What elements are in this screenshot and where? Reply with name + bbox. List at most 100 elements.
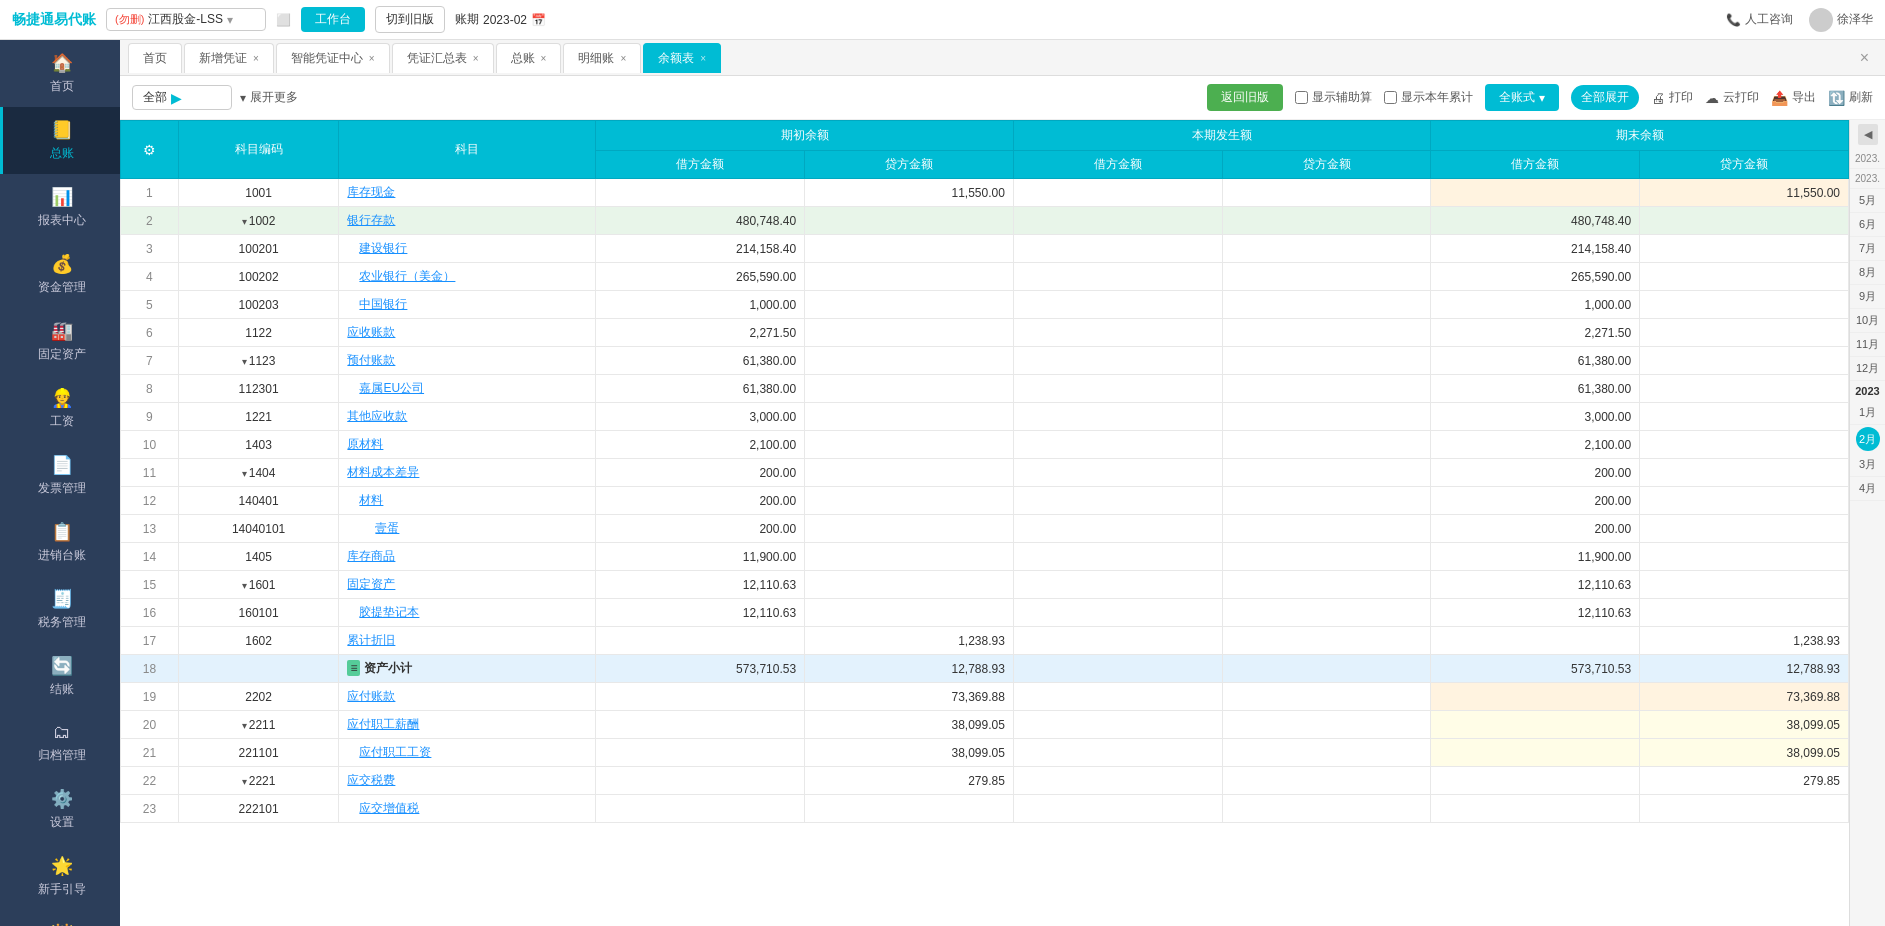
table-row[interactable]: 5 100203 中国银行 1,000.00 1,000.00 — [121, 291, 1849, 319]
year-cumulative-checkbox-input[interactable] — [1384, 91, 1397, 104]
account-name-link[interactable]: 材料 — [359, 493, 383, 507]
sidebar-item-asset[interactable]: 🏭 固定资产 — [0, 308, 120, 375]
table-row[interactable]: 10 1403 原材料 2,100.00 2,100.00 — [121, 431, 1849, 459]
support-item[interactable]: 📞 人工咨询 — [1726, 11, 1793, 28]
period-month-8[interactable]: 8月 — [1850, 261, 1885, 285]
period-month-2-active[interactable]: 2月 — [1856, 427, 1880, 451]
expand-arrow-icon[interactable]: ▾ — [242, 356, 247, 367]
period-month-5[interactable]: 5月 — [1850, 189, 1885, 213]
period-month-11[interactable]: 11月 — [1850, 333, 1885, 357]
table-row[interactable]: 20 ▾2211 应付职工薪酬 38,099.05 38,099.05 — [121, 711, 1849, 739]
period-month-3[interactable]: 3月 — [1850, 453, 1885, 477]
cloud-print-action[interactable]: ☁ 云打印 — [1705, 89, 1759, 106]
period-month-12[interactable]: 12月 — [1850, 357, 1885, 381]
account-name-link[interactable]: 中国银行 — [359, 297, 407, 311]
account-name-link[interactable]: 银行存款 — [347, 213, 395, 227]
print-action[interactable]: 🖨 打印 — [1651, 89, 1693, 106]
settings-header[interactable]: ⚙ — [121, 121, 179, 179]
sidebar-item-settings[interactable]: ⚙️ 设置 — [0, 776, 120, 843]
expand-arrow-icon[interactable]: ▾ — [242, 580, 247, 591]
period-month-9[interactable]: 9月 — [1850, 285, 1885, 309]
tab-smart-voucher[interactable]: 智能凭证中心 × — [276, 43, 390, 73]
table-container[interactable]: ⚙ 科目编码 科目 期初余额 本期发生额 期末余额 借方金额 贷方金额 — [120, 120, 1849, 926]
table-row[interactable]: 12 140401 材料 200.00 200.00 — [121, 487, 1849, 515]
period-month-4[interactable]: 4月 — [1850, 477, 1885, 501]
table-row[interactable]: 19 2202 应付账款 73,369.88 73,369.88 — [121, 683, 1849, 711]
account-name-link[interactable]: 应付职工工资 — [359, 745, 431, 759]
sidebar-item-invoice[interactable]: 📄 发票管理 — [0, 442, 120, 509]
tab-balance[interactable]: 余额表 × — [643, 43, 721, 73]
show-year-cumulative-checkbox[interactable]: 显示本年累计 — [1384, 89, 1473, 106]
account-name-link[interactable]: 胶提垫记本 — [359, 605, 419, 619]
account-name-link[interactable]: 原材料 — [347, 437, 383, 451]
table-row[interactable]: 21 221101 应付职工工资 38,099.05 38,099.05 — [121, 739, 1849, 767]
account-name-link[interactable]: 预付账款 — [347, 353, 395, 367]
table-row[interactable]: 23 222101 应交增值税 — [121, 795, 1849, 823]
tab-home[interactable]: 首页 — [128, 43, 182, 73]
tab-detail-ledger[interactable]: 明细账 × — [563, 43, 641, 73]
period-month-1[interactable]: 1月 — [1850, 401, 1885, 425]
table-row[interactable]: 16 160101 胶提垫记本 12,110.63 12,110.63 — [121, 599, 1849, 627]
account-name-link[interactable]: 固定资产 — [347, 577, 395, 591]
account-name-link[interactable]: 库存商品 — [347, 549, 395, 563]
table-row[interactable]: 2 ▾1002 银行存款 480,748.40 480,748.40 — [121, 207, 1849, 235]
expand-more-button[interactable]: ▾ 展开更多 — [240, 89, 298, 106]
dropdown-icon[interactable]: ▾ — [227, 13, 233, 27]
refresh-action[interactable]: 🔃 刷新 — [1828, 89, 1873, 106]
table-row[interactable]: 18 ≡资产小计 573,710.53 12,788.93 573,710.53… — [121, 655, 1849, 683]
expand-toggle[interactable]: 全部展开 — [1571, 85, 1639, 110]
tab-smart-voucher-close[interactable]: × — [369, 53, 375, 64]
filter-selector[interactable]: 全部 ▶ — [132, 85, 232, 110]
tab-general-ledger[interactable]: 总账 × — [496, 43, 562, 73]
expand-arrow-icon[interactable]: ▾ — [242, 776, 247, 787]
sidebar-item-report[interactable]: 📊 报表中心 — [0, 174, 120, 241]
auxiliary-checkbox-input[interactable] — [1295, 91, 1308, 104]
table-row[interactable]: 6 1122 应收账款 2,271.50 2,271.50 — [121, 319, 1849, 347]
sidebar-item-fund[interactable]: 💰 资金管理 — [0, 241, 120, 308]
table-row[interactable]: 15 ▾1601 固定资产 12,110.63 12,110.63 — [121, 571, 1849, 599]
expand-arrow-icon[interactable]: ▾ — [242, 720, 247, 731]
tab-detail-ledger-close[interactable]: × — [620, 53, 626, 64]
sidebar-item-member[interactable]: 👑 畅会员 — [0, 910, 120, 926]
account-name-link[interactable]: 壹蛋 — [375, 521, 399, 535]
full-style-button[interactable]: 全账式 ▾ — [1485, 84, 1559, 111]
sidebar-item-salary[interactable]: 👷 工资 — [0, 375, 120, 442]
account-name-link[interactable]: 应交增值税 — [359, 801, 419, 815]
tab-new-voucher-close[interactable]: × — [253, 53, 259, 64]
copy-icon[interactable]: ⬜ — [276, 13, 291, 27]
account-name-link[interactable]: 建设银行 — [359, 241, 407, 255]
period-month-7[interactable]: 7月 — [1850, 237, 1885, 261]
calendar-icon[interactable]: 📅 — [531, 13, 546, 27]
tab-voucher-summary[interactable]: 凭证汇总表 × — [392, 43, 494, 73]
account-name-link[interactable]: 农业银行（美金） — [359, 269, 455, 283]
account-name-link[interactable]: 其他应收款 — [347, 409, 407, 423]
table-row[interactable]: 3 100201 建设银行 214,158.40 214,158.40 — [121, 235, 1849, 263]
expand-arrow-icon[interactable]: ▾ — [242, 216, 247, 227]
table-row[interactable]: 17 1602 累计折旧 1,238.93 1,238.93 — [121, 627, 1849, 655]
account-name-link[interactable]: 嘉属EU公司 — [359, 381, 424, 395]
tab-new-voucher[interactable]: 新增凭证 × — [184, 43, 274, 73]
export-action[interactable]: 📤 导出 — [1771, 89, 1816, 106]
table-row[interactable]: 14 1405 库存商品 11,900.00 11,900.00 — [121, 543, 1849, 571]
account-name-link[interactable]: 累计折旧 — [347, 633, 395, 647]
account-name-link[interactable]: 应交税费 — [347, 773, 395, 787]
user-item[interactable]: 徐泽华 — [1809, 8, 1873, 32]
table-row[interactable]: 1 1001 库存现金 11,550.00 11,550.00 — [121, 179, 1849, 207]
sidebar-item-archive[interactable]: 🗂 归档管理 — [0, 710, 120, 776]
show-auxiliary-checkbox[interactable]: 显示辅助算 — [1295, 89, 1372, 106]
right-expand-button[interactable]: ◀ — [1858, 124, 1878, 145]
period-month-10[interactable]: 10月 — [1850, 309, 1885, 333]
table-row[interactable]: 4 100202 农业银行（美金） 265,590.00 265,590.00 — [121, 263, 1849, 291]
sidebar-item-close[interactable]: 🔄 结账 — [0, 643, 120, 710]
table-row[interactable]: 22 ▾2221 应交税费 279.85 279.85 — [121, 767, 1849, 795]
company-selector[interactable]: (勿删) 江西股金-LSS ▾ — [106, 8, 266, 31]
sidebar-item-sales[interactable]: 📋 进销台账 — [0, 509, 120, 576]
account-name-link[interactable]: 应付职工薪酬 — [347, 717, 419, 731]
sidebar-item-tax[interactable]: 🧾 税务管理 — [0, 576, 120, 643]
account-name-link[interactable]: 材料成本差异 — [347, 465, 419, 479]
work-button[interactable]: 工作台 — [301, 7, 365, 32]
table-row[interactable]: 9 1221 其他应收款 3,000.00 3,000.00 — [121, 403, 1849, 431]
table-row[interactable]: 7 ▾1123 预付账款 61,380.00 61,380.00 — [121, 347, 1849, 375]
account-name-link[interactable]: 应收账款 — [347, 325, 395, 339]
tab-balance-close[interactable]: × — [700, 53, 706, 64]
